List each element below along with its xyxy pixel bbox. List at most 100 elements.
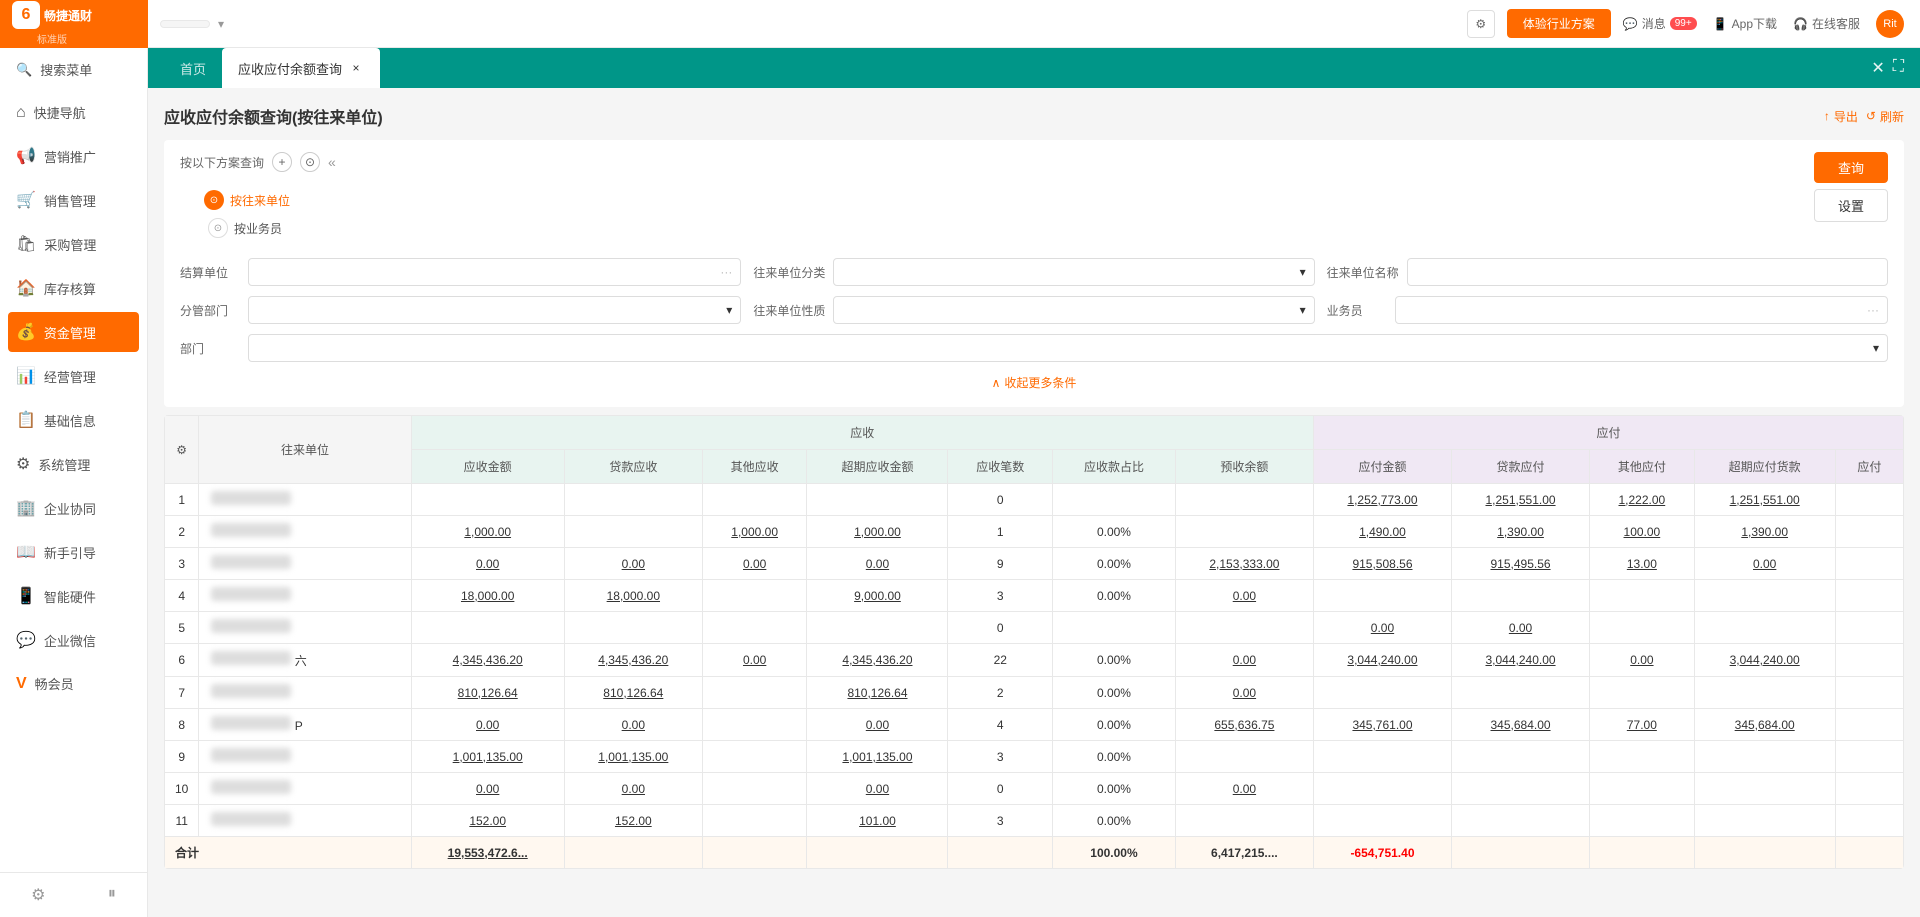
ar_loan-cell[interactable]: 810,126.64 bbox=[564, 677, 702, 709]
ar_amount-cell[interactable]: 1,001,135.00 bbox=[411, 741, 564, 773]
sidebar-item-finance[interactable]: 💰 资金管理 bbox=[8, 312, 139, 352]
ar_amount-cell[interactable]: 0.00 bbox=[411, 773, 564, 805]
sidebar-item-guide[interactable]: 📖 新手引导 bbox=[0, 530, 147, 574]
ap_amount-cell[interactable]: 915,508.56 bbox=[1313, 548, 1451, 580]
ar_overdue-cell[interactable]: 9,000.00 bbox=[807, 580, 948, 612]
ap_loan-cell[interactable]: 1,251,551.00 bbox=[1452, 484, 1590, 516]
filter-add-button[interactable]: + bbox=[272, 152, 292, 172]
ar_count-cell[interactable]: 0 bbox=[948, 773, 1053, 805]
ar_amount-cell[interactable]: 0.00 bbox=[411, 709, 564, 741]
partner-name-input[interactable] bbox=[1407, 258, 1888, 286]
sidebar-item-base[interactable]: 📋 基础信息 bbox=[0, 398, 147, 442]
ar_loan-cell[interactable]: 0.00 bbox=[564, 548, 702, 580]
sidebar-item-marketing[interactable]: 📢 营销推广 bbox=[0, 134, 147, 178]
ar_ratio-cell[interactable]: 0.00% bbox=[1053, 548, 1176, 580]
ar_count-cell[interactable]: 0 bbox=[948, 484, 1053, 516]
setting-button[interactable]: 设置 bbox=[1814, 189, 1888, 222]
ar_overdue-cell[interactable]: 0.00 bbox=[807, 773, 948, 805]
department-select[interactable]: ▾ bbox=[248, 334, 1888, 362]
ar_advance-cell[interactable]: 0.00 bbox=[1175, 580, 1313, 612]
ar_ratio-cell[interactable]: 0.00% bbox=[1053, 741, 1176, 773]
ar_overdue-cell[interactable]: 1,001,135.00 bbox=[807, 741, 948, 773]
ar_overdue-cell[interactable]: 0.00 bbox=[807, 709, 948, 741]
tab-close-window-icon[interactable]: ✕ bbox=[1871, 58, 1884, 78]
messages-button[interactable]: 💬 消息 99+ bbox=[1623, 15, 1697, 32]
ar_count-cell[interactable]: 3 bbox=[948, 805, 1053, 837]
ap_overdue-cell[interactable]: 0.00 bbox=[1694, 548, 1835, 580]
ar_advance-cell[interactable]: 2,153,333.00 bbox=[1175, 548, 1313, 580]
ar_overdue-cell[interactable]: 101.00 bbox=[807, 805, 948, 837]
ar_loan-cell[interactable]: 18,000.00 bbox=[564, 580, 702, 612]
ar_advance-cell[interactable]: 0.00 bbox=[1175, 644, 1313, 677]
ap_loan-cell[interactable]: 1,390.00 bbox=[1452, 516, 1590, 548]
query-button[interactable]: 查询 bbox=[1814, 152, 1888, 183]
ap_loan-cell[interactable]: 915,495.56 bbox=[1452, 548, 1590, 580]
export-button[interactable]: ↑ 导出 bbox=[1824, 108, 1858, 125]
ap_overdue-cell[interactable]: 3,044,240.00 bbox=[1694, 644, 1835, 677]
refresh-button[interactable]: ↺ 刷新 bbox=[1866, 108, 1904, 125]
partner-nature-select[interactable]: ▾ bbox=[833, 296, 1314, 324]
ap_amount-cell[interactable]: 345,761.00 bbox=[1313, 709, 1451, 741]
sidebar-item-corp[interactable]: 🏢 企业协同 bbox=[0, 486, 147, 530]
salesperson-input[interactable]: ··· bbox=[1395, 296, 1888, 324]
ar_count-cell[interactable]: 4 bbox=[948, 709, 1053, 741]
ar_overdue-cell[interactable]: 1,000.00 bbox=[807, 516, 948, 548]
ar_amount-cell[interactable]: 18,000.00 bbox=[411, 580, 564, 612]
jiesuan-unit-input[interactable]: ··· bbox=[248, 258, 741, 286]
ar_loan-cell[interactable]: 4,345,436.20 bbox=[564, 644, 702, 677]
ar_amount-cell[interactable]: 4,345,436.20 bbox=[411, 644, 564, 677]
ar_ratio-cell[interactable]: 0.00% bbox=[1053, 580, 1176, 612]
user-avatar[interactable]: Rit bbox=[1876, 10, 1904, 38]
sidebar-item-system[interactable]: ⚙ 系统管理 bbox=[0, 442, 147, 486]
ap_other-cell[interactable]: 77.00 bbox=[1590, 709, 1695, 741]
ap_amount-cell[interactable]: 3,044,240.00 bbox=[1313, 644, 1451, 677]
sidebar-item-wechat[interactable]: 💬 企业微信 bbox=[0, 618, 147, 662]
filter-scheme-button[interactable]: ⊙ bbox=[300, 152, 320, 172]
sidebar-item-ops[interactable]: 📊 经营管理 bbox=[0, 354, 147, 398]
ap_loan-cell[interactable]: 0.00 bbox=[1452, 612, 1590, 644]
scheme-item-partner[interactable]: ⊙ 按往来单位 bbox=[204, 186, 1888, 214]
ar_amount-cell[interactable]: 152.00 bbox=[411, 805, 564, 837]
ap_loan-cell[interactable]: 3,044,240.00 bbox=[1452, 644, 1590, 677]
ar_amount-cell[interactable]: 1,000.00 bbox=[411, 516, 564, 548]
ap_overdue-cell[interactable]: 345,684.00 bbox=[1694, 709, 1835, 741]
ap_amount-cell[interactable]: 1,252,773.00 bbox=[1313, 484, 1451, 516]
ar_ratio-cell[interactable]: 0.00% bbox=[1053, 709, 1176, 741]
ar_loan-cell[interactable]: 152.00 bbox=[564, 805, 702, 837]
filter-collapse-button[interactable]: « bbox=[328, 154, 336, 170]
sidebar-settings-icon[interactable]: ⚙ bbox=[31, 885, 45, 905]
scheme-item-salesperson[interactable]: ⊙ 按业务员 bbox=[204, 214, 1888, 242]
ap_amount-cell[interactable]: 1,490.00 bbox=[1313, 516, 1451, 548]
ap_other-cell[interactable]: 100.00 bbox=[1590, 516, 1695, 548]
column-setting-icon[interactable]: ⚙ bbox=[176, 443, 187, 457]
ap_other-cell[interactable]: 13.00 bbox=[1590, 548, 1695, 580]
ap_other-cell[interactable]: 0.00 bbox=[1590, 644, 1695, 677]
sidebar-collapse-icon[interactable]: ⏸ bbox=[108, 885, 116, 905]
sidebar-item-device[interactable]: 📱 智能硬件 bbox=[0, 574, 147, 618]
ar_overdue-cell[interactable]: 810,126.64 bbox=[807, 677, 948, 709]
sidebar-item-vip[interactable]: V 畅会员 bbox=[0, 662, 147, 705]
gear-button[interactable]: ⚙ bbox=[1467, 10, 1495, 38]
ar_count-cell[interactable]: 3 bbox=[948, 741, 1053, 773]
sidebar-item-purchase[interactable]: 🛍 采购管理 bbox=[0, 222, 147, 266]
ar_overdue-cell[interactable]: 0.00 bbox=[807, 548, 948, 580]
ar_count-cell[interactable]: 3 bbox=[948, 580, 1053, 612]
tab-close-icon[interactable]: × bbox=[348, 60, 364, 76]
sidebar-item-warehouse[interactable]: 🏠 库存核算 bbox=[0, 266, 147, 310]
ar_advance-cell[interactable]: 655,636.75 bbox=[1175, 709, 1313, 741]
solution-button[interactable]: 体验行业方案 bbox=[1507, 9, 1611, 38]
online-service-button[interactable]: 🎧 在线客服 bbox=[1793, 15, 1860, 32]
tab-expand-icon[interactable]: ⛶ bbox=[1893, 58, 1904, 78]
ar_other-cell[interactable]: 0.00 bbox=[702, 548, 807, 580]
tab-home[interactable]: 首页 bbox=[164, 48, 222, 88]
ap_amount-cell[interactable]: 0.00 bbox=[1313, 612, 1451, 644]
ar_count-cell[interactable]: 0 bbox=[948, 612, 1053, 644]
ar_ratio-cell[interactable]: 0.00% bbox=[1053, 677, 1176, 709]
ap_overdue-cell[interactable]: 1,390.00 bbox=[1694, 516, 1835, 548]
collapse-more-button[interactable]: ∧ 收起更多条件 bbox=[180, 370, 1888, 395]
ar_advance-cell[interactable]: 0.00 bbox=[1175, 773, 1313, 805]
ar_loan-cell[interactable]: 1,001,135.00 bbox=[564, 741, 702, 773]
ap_overdue-cell[interactable]: 1,251,551.00 bbox=[1694, 484, 1835, 516]
ar_count-cell[interactable]: 1 bbox=[948, 516, 1053, 548]
division-dept-select[interactable]: ▾ bbox=[248, 296, 741, 324]
